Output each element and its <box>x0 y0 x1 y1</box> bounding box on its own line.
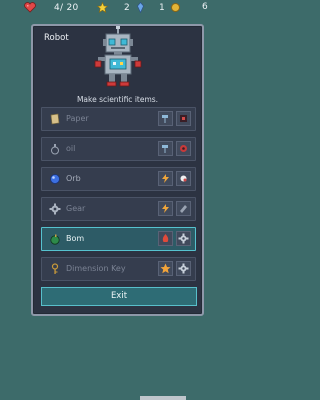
robot-icon <box>94 26 142 87</box>
recipe-label: Paper <box>66 114 89 123</box>
orb-white-icon <box>180 175 187 182</box>
status-bar: 4/ 20 2 1 6 <box>0 0 250 18</box>
exit-button[interactable]: Exit <box>41 287 197 306</box>
bomb-icon <box>50 234 60 245</box>
metal-icon <box>180 205 187 213</box>
recipe-row-paper[interactable]: Paper <box>41 107 196 131</box>
flask-icon <box>180 115 187 122</box>
recipe-row-orb[interactable]: Orb <box>41 167 196 191</box>
panel-title: Robot <box>44 33 69 43</box>
recipe-label: oil <box>66 144 76 153</box>
recipe-label: Orb <box>66 174 81 183</box>
oil-bottle-icon <box>51 144 59 155</box>
coins-stat: 6 <box>202 2 208 12</box>
fire-icon <box>162 234 169 242</box>
health-stat: 4/ 20 <box>24 2 79 13</box>
gear-icon <box>178 233 189 244</box>
recipe-row-oil[interactable]: oil <box>41 137 196 161</box>
gear-icon <box>178 263 189 274</box>
ingredient-slot <box>158 261 173 276</box>
recipe-label: Gear <box>66 204 86 213</box>
gear-red-icon <box>180 145 187 152</box>
ingredient-slot <box>176 111 191 126</box>
ingredient-slot <box>158 171 173 186</box>
ingredient-slot <box>176 201 191 216</box>
lightning-icon <box>162 204 169 213</box>
bottom-handle <box>140 396 186 400</box>
hammer-icon <box>162 145 168 153</box>
recipe-label: Bom <box>66 234 85 243</box>
ingredient-slot <box>158 231 173 246</box>
ingredient-slot <box>158 111 173 126</box>
orb-icon <box>50 174 60 184</box>
hammer-icon <box>162 115 168 123</box>
coin-icon <box>171 3 181 12</box>
ingredient-slot <box>158 201 173 216</box>
gem-icon <box>137 2 144 13</box>
heart-icon <box>24 2 36 13</box>
recipe-row-bom[interactable]: Bom <box>41 227 196 251</box>
recipe-row-dimension-key[interactable]: Dimension Key <box>41 257 196 281</box>
coins-value: 6 <box>202 2 209 12</box>
ingredient-slot <box>176 231 191 246</box>
ingredient-slot <box>176 261 191 276</box>
gear-icon <box>49 203 61 215</box>
health-value: 4/ 20 <box>54 2 79 13</box>
recipe-row-gear[interactable]: Gear <box>41 197 196 221</box>
gems-value: 1 <box>159 2 166 13</box>
key-icon <box>51 263 59 274</box>
ingredient-slot <box>176 171 191 186</box>
recipe-label: Dimension Key <box>66 264 126 273</box>
panel-description: Make scientific items. <box>76 95 159 104</box>
robot-panel: Robot Make scientific items. Paper oil O… <box>31 24 204 316</box>
star-icon <box>97 2 108 13</box>
stars-value: 2 <box>124 2 131 13</box>
gems-stat: 1 <box>137 2 181 13</box>
lightning-icon <box>162 174 169 183</box>
stars-stat: 2 <box>97 2 130 13</box>
paper-icon <box>50 113 60 125</box>
star-icon <box>160 263 171 274</box>
ingredient-slot <box>158 141 173 156</box>
ingredient-slot <box>176 141 191 156</box>
